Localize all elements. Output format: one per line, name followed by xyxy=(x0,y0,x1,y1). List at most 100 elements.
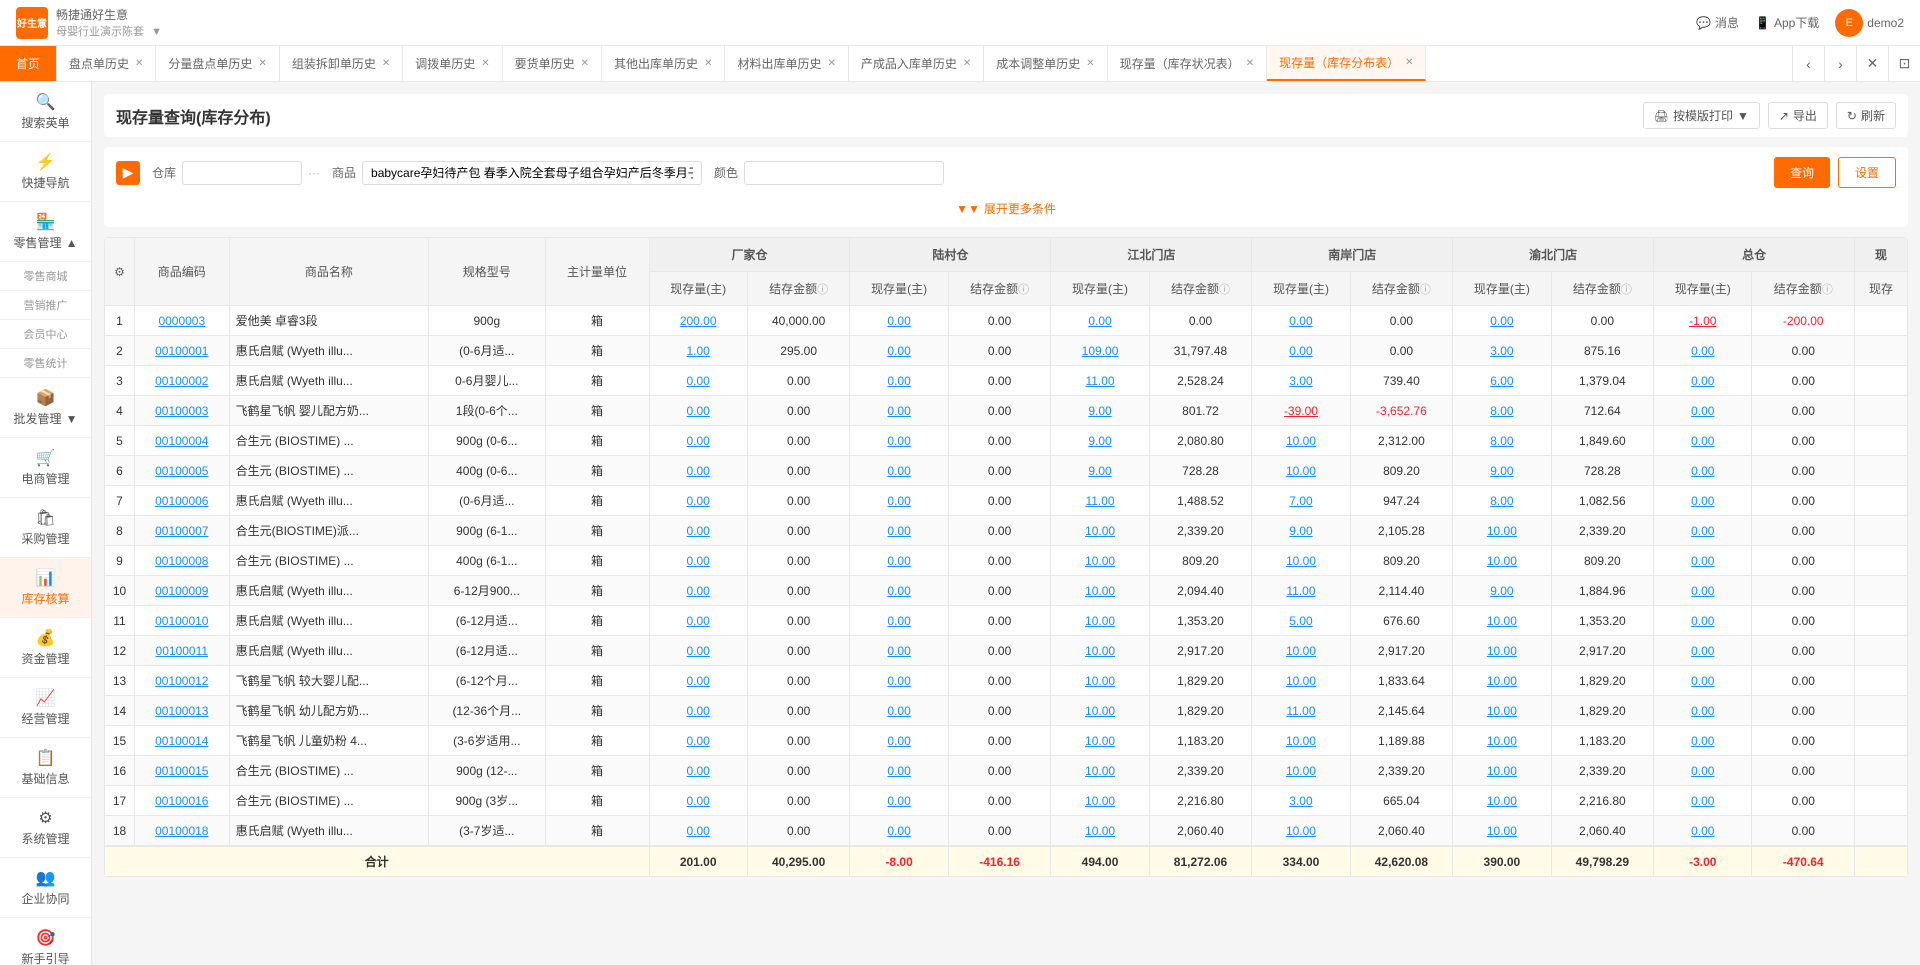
tab-pandian[interactable]: 盘点单历史 ✕ xyxy=(57,46,156,81)
user-menu[interactable]: E demo2 xyxy=(1835,9,1904,37)
sidebar-item-system[interactable]: ⚙ 系统管理 xyxy=(0,798,91,858)
close-icon[interactable]: ✕ xyxy=(704,58,712,69)
warehouse-more-icon[interactable]: ··· xyxy=(308,166,320,180)
sidebar-item-basic[interactable]: 📋 基础信息 xyxy=(0,738,91,798)
tab-liaochuku[interactable]: 材料出库单历史 ✕ xyxy=(725,46,848,81)
message-btn[interactable]: 💬 消息 xyxy=(1696,14,1739,31)
row-c-qty xyxy=(1855,516,1908,546)
row-j-amt: 2,060.40 xyxy=(1149,816,1252,847)
row-n-amt: 665.04 xyxy=(1350,786,1453,816)
color-input[interactable] xyxy=(744,161,944,185)
tab-fenpandian[interactable]: 分量盘点单历史 ✕ xyxy=(156,46,279,81)
row-l-amt: 0.00 xyxy=(948,336,1051,366)
tab-chengbentiaoz[interactable]: 成本调整单历史 ✕ xyxy=(984,46,1107,81)
row-n-amt: 2,145.64 xyxy=(1350,696,1453,726)
goods-input[interactable] xyxy=(362,161,702,185)
sidebar-item-mall[interactable]: 零售商城 xyxy=(0,262,91,291)
top-right-area: 💬 消息 📱 App下载 E demo2 xyxy=(1696,9,1904,37)
row-l-qty: 0.00 xyxy=(850,516,948,546)
expand-btn[interactable]: ▶ xyxy=(116,161,140,185)
tab-prev-btn[interactable]: ‹ xyxy=(1792,46,1824,82)
tab-next-btn[interactable]: › xyxy=(1824,46,1856,82)
close-icon[interactable]: ✕ xyxy=(581,58,589,69)
sidebar-item-wholesale[interactable]: 📦 批发管理 ▼ xyxy=(0,378,91,438)
row-no: 7 xyxy=(105,486,135,516)
row-name: 惠氏启赋 (Wyeth illu... xyxy=(229,486,428,516)
row-name: 惠氏启赋 (Wyeth illu... xyxy=(229,606,428,636)
sidebar-item-marketing[interactable]: 营销推广 xyxy=(0,291,91,320)
row-y-amt: 2,216.80 xyxy=(1551,786,1654,816)
row-f-amt: 0.00 xyxy=(747,546,850,576)
footer-y-amt: 49,798.29 xyxy=(1551,846,1654,877)
row-n-qty: 10.00 xyxy=(1252,636,1350,666)
row-y-amt: 2,339.20 xyxy=(1551,756,1654,786)
sidebar-item-guide[interactable]: 🎯 新手引导 xyxy=(0,918,91,965)
row-f-amt: 0.00 xyxy=(747,366,850,396)
close-icon[interactable]: ✕ xyxy=(258,58,266,69)
print-btn[interactable]: 🖨 按模版打印 ▼ xyxy=(1643,102,1760,129)
row-y-qty: 10.00 xyxy=(1453,606,1551,636)
tab-home[interactable]: 首页 xyxy=(0,46,57,81)
tab-zuzhejie[interactable]: 组装拆卸单历史 ✕ xyxy=(280,46,403,81)
row-spec: 0-6月婴儿... xyxy=(429,366,545,396)
tab-chanruku[interactable]: 产成品入库单历史 ✕ xyxy=(849,46,984,81)
close-icon[interactable]: ✕ xyxy=(1086,58,1094,69)
app-download-btn[interactable]: 📱 App下载 xyxy=(1755,14,1819,31)
sidebar-item-quicknav[interactable]: ⚡ 快捷导航 xyxy=(0,142,91,202)
sidebar-item-finance[interactable]: 💰 资金管理 xyxy=(0,618,91,678)
close-icon[interactable]: ✕ xyxy=(1246,58,1254,69)
more-conditions-btn[interactable]: ▼▼ 展开更多条件 xyxy=(116,200,1896,217)
close-icon[interactable]: ✕ xyxy=(1405,57,1413,68)
sidebar-item-search[interactable]: 🔍 搜索英单 xyxy=(0,82,91,142)
row-f-qty: 0.00 xyxy=(649,396,747,426)
inventory-icon: 📊 xyxy=(0,568,91,588)
row-n-amt: 739.40 xyxy=(1350,366,1453,396)
dropdown-icon[interactable]: ▼ xyxy=(151,26,162,38)
th-settings[interactable]: ⚙ xyxy=(105,238,135,306)
row-n-amt: 947.24 xyxy=(1350,486,1453,516)
th-j-amt: 结存金额ⓘ xyxy=(1149,272,1252,306)
row-code: 0000003 xyxy=(135,306,230,336)
operation-icon: 📈 xyxy=(0,688,91,708)
tab-xiancunliang-fenbu[interactable]: 现存量（库存分布表） ✕ xyxy=(1267,46,1426,81)
sidebar-item-ecommerce[interactable]: 🛒 电商管理 xyxy=(0,438,91,498)
row-j-amt: 2,339.20 xyxy=(1149,756,1252,786)
th-t-qty: 现存量(主) xyxy=(1654,272,1752,306)
row-f-amt: 0.00 xyxy=(747,786,850,816)
row-no: 13 xyxy=(105,666,135,696)
row-n-qty: 5.00 xyxy=(1252,606,1350,636)
tab-diaoboi[interactable]: 调拨单历史 ✕ xyxy=(403,46,502,81)
row-f-amt: 0.00 xyxy=(747,726,850,756)
close-icon[interactable]: ✕ xyxy=(827,58,835,69)
settings-icon[interactable]: ⚙ xyxy=(114,265,125,279)
sidebar-item-purchase[interactable]: 🛍 采购管理 xyxy=(0,498,91,558)
tab-more-btn[interactable]: ⊡ xyxy=(1888,46,1920,82)
tab-qitachuku[interactable]: 其他出库单历史 ✕ xyxy=(602,46,725,81)
row-y-qty: 10.00 xyxy=(1453,546,1551,576)
close-icon[interactable]: ✕ xyxy=(963,58,971,69)
tab-nav-btns: ‹ › ✕ ⊡ xyxy=(1792,46,1920,81)
table-row: 9 00100008 合生元 (BIOSTIME) ... 400g (6-1.… xyxy=(105,546,1908,576)
refresh-btn[interactable]: ↻ 刷新 xyxy=(1836,102,1896,129)
sidebar-item-retail-stats[interactable]: 零售统计 xyxy=(0,349,91,378)
close-icon[interactable]: ✕ xyxy=(135,58,143,69)
setting-btn[interactable]: 设置 xyxy=(1838,157,1896,188)
row-l-qty: 0.00 xyxy=(850,726,948,756)
export-btn[interactable]: ↗ 导出 xyxy=(1768,102,1828,129)
row-f-qty: 0.00 xyxy=(649,576,747,606)
tab-close-btn[interactable]: ✕ xyxy=(1856,46,1888,82)
quicknav-icon: ⚡ xyxy=(0,152,91,172)
sidebar-item-operation[interactable]: 📈 经营管理 xyxy=(0,678,91,738)
tab-xiancunliang-kuang[interactable]: 现存量（库存状况表） ✕ xyxy=(1108,46,1267,81)
sidebar-item-retail[interactable]: 🏪 零售管理 ▲ xyxy=(0,202,91,262)
row-no: 17 xyxy=(105,786,135,816)
warehouse-input[interactable] xyxy=(182,161,302,185)
sidebar-item-member[interactable]: 会员中心 xyxy=(0,320,91,349)
sidebar-item-inventory[interactable]: 📊 库存核算 xyxy=(0,558,91,618)
sidebar-item-collab[interactable]: 👥 企业协同 xyxy=(0,858,91,918)
close-icon[interactable]: ✕ xyxy=(481,58,489,69)
tab-yaohuo[interactable]: 要货单历史 ✕ xyxy=(503,46,602,81)
row-f-amt: 0.00 xyxy=(747,666,850,696)
close-icon[interactable]: ✕ xyxy=(382,58,390,69)
search-btn[interactable]: 查询 xyxy=(1774,157,1830,188)
